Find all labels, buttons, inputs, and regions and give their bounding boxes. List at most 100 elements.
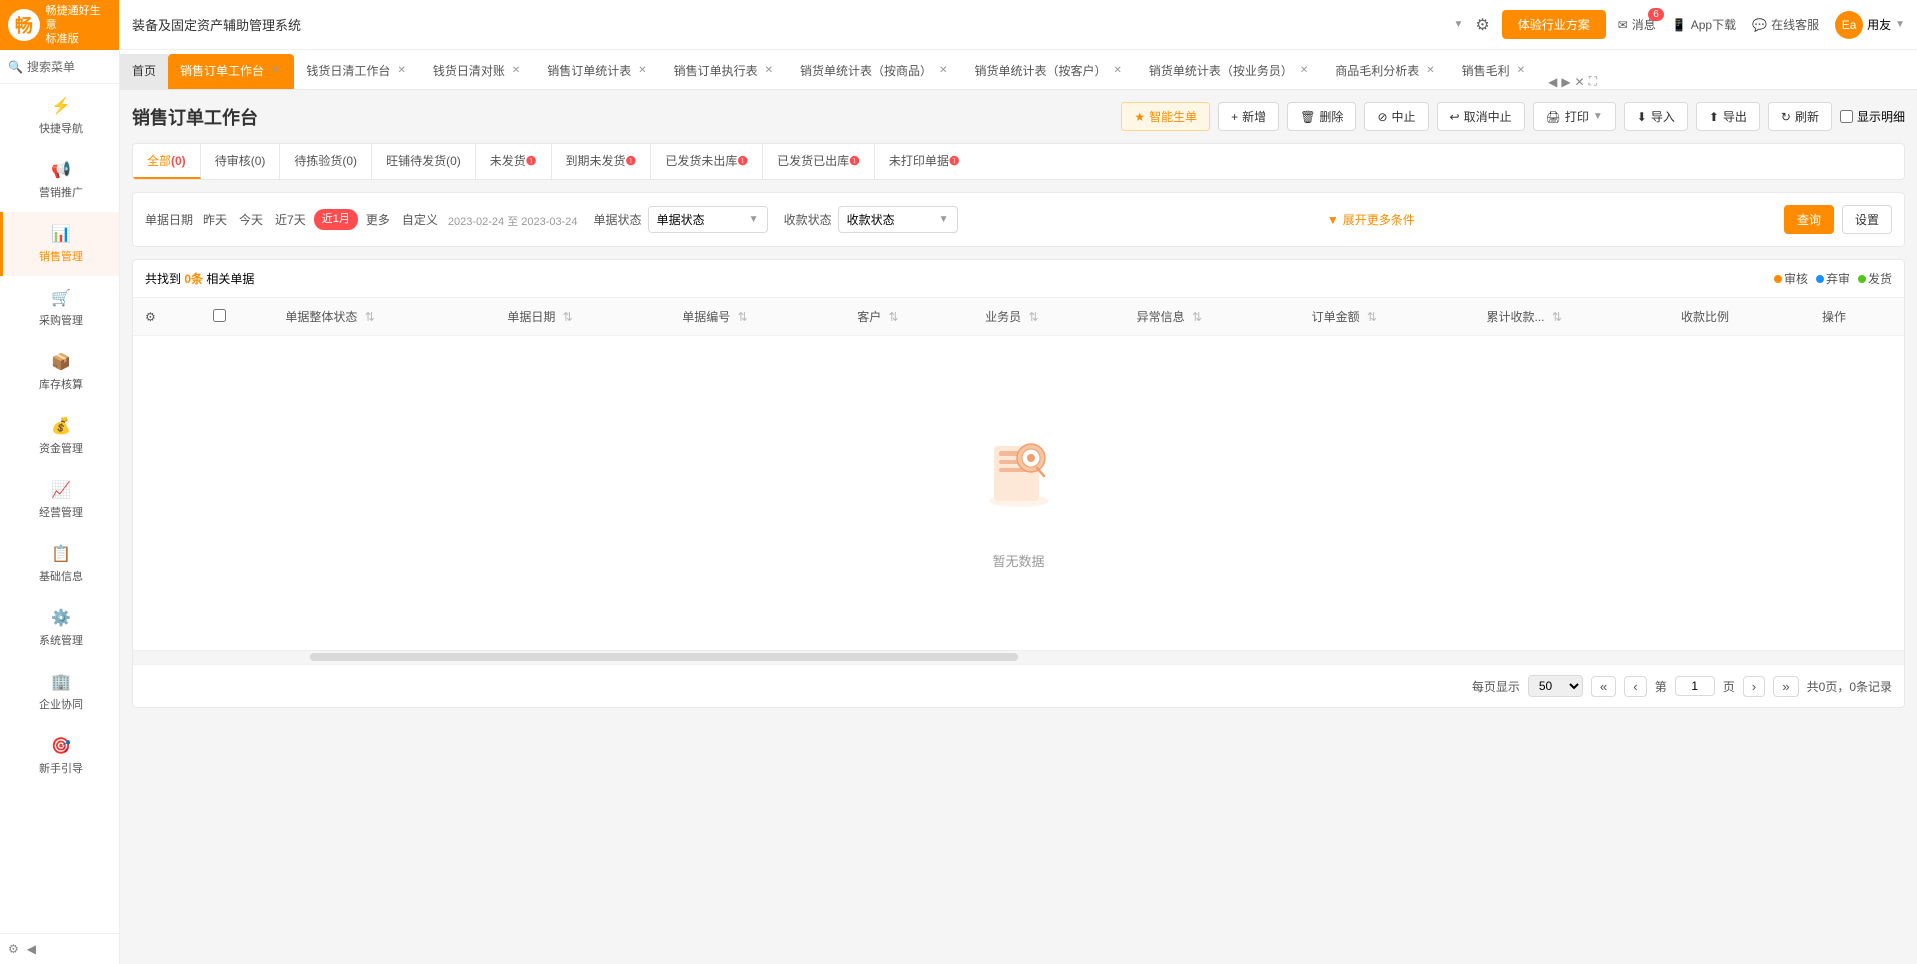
page-last-button[interactable]: » <box>1773 676 1798 697</box>
tab-close-sales-exec[interactable]: ✕ <box>762 64 776 77</box>
tab-fullscreen-icon[interactable]: ⛶ <box>1589 74 1597 89</box>
cancel-review-button[interactable]: 弃审 <box>1816 270 1850 287</box>
show-detail-checkbox-label[interactable]: 显示明细 <box>1840 108 1905 125</box>
subtab-not-printed[interactable]: 未打印单据❶ <box>875 144 974 179</box>
tab-sales-order[interactable]: 销售订单工作台 ✕ <box>168 54 294 89</box>
page-input[interactable] <box>1675 676 1715 696</box>
select-all-checkbox[interactable] <box>213 309 226 322</box>
user-menu[interactable]: Ea 用友 ▼ <box>1835 11 1905 39</box>
sidebar-item-guide[interactable]: 🎯 新手引导 <box>0 724 119 788</box>
subtab-all[interactable]: 全部(0) <box>133 144 201 179</box>
sort-number-icon[interactable]: ⇅ <box>738 310 748 324</box>
page-first-button[interactable]: « <box>1591 676 1616 697</box>
sidebar-item-purchase[interactable]: 🛒 采购管理 <box>0 276 119 340</box>
sidebar-item-enterprise[interactable]: 🏢 企业协同 <box>0 660 119 724</box>
scrollbar-thumb[interactable] <box>310 653 1018 661</box>
sort-staff-icon[interactable]: ⇅ <box>1029 310 1039 324</box>
tab-close-margin[interactable]: ✕ <box>1423 64 1437 77</box>
tab-home[interactable]: 首页 <box>120 54 168 89</box>
tab-next-icon[interactable]: ▶ <box>1561 75 1570 89</box>
tab-close-cash-daily[interactable]: ✕ <box>394 64 408 77</box>
settings-icon[interactable]: ⚙ <box>8 942 19 956</box>
subtab-shipped-warehoused[interactable]: 已发货已出库❶ <box>763 144 875 179</box>
subtab-pending-inspection[interactable]: 待拣验货(0) <box>280 144 372 179</box>
tab-cash-reconcile[interactable]: 钱货日清对账 ✕ <box>421 54 535 89</box>
import-button[interactable]: ⬇ 导入 <box>1624 102 1688 131</box>
date-opt-custom[interactable]: 自定义 <box>398 209 442 230</box>
app-download-button[interactable]: 📱 App下载 <box>1672 16 1736 33</box>
tab-close-sales-stat[interactable]: ✕ <box>635 64 649 77</box>
col-settings[interactable]: ⚙ <box>133 298 201 336</box>
review-button[interactable]: 审核 <box>1774 270 1808 287</box>
subtab-pending-review[interactable]: 待审核(0) <box>201 144 281 179</box>
date-options: 昨天 今天 近7天 近1月 更多 自定义 <box>199 209 442 230</box>
expand-filter-button[interactable]: ▼ 展开更多条件 <box>1327 211 1415 228</box>
stop-button[interactable]: ⊘ 中止 <box>1364 102 1428 131</box>
chevron-down-icon[interactable]: ▼ <box>1453 19 1463 30</box>
online-service-button[interactable]: 💬 在线客服 <box>1752 16 1819 33</box>
tab-close-sales-profit[interactable]: ✕ <box>1514 64 1528 77</box>
sidebar-item-inventory[interactable]: 📦 库存核算 <box>0 340 119 404</box>
sort-status-icon[interactable]: ⇅ <box>365 310 375 324</box>
tab-close-sales-order[interactable]: ✕ <box>268 64 282 77</box>
date-opt-7days[interactable]: 近7天 <box>271 209 310 230</box>
date-opt-today[interactable]: 今天 <box>235 209 267 230</box>
sort-received-icon[interactable]: ⇅ <box>1552 310 1562 324</box>
page-prev-button[interactable]: ‹ <box>1624 676 1646 697</box>
status-select[interactable]: 单据状态 ▼ <box>648 206 768 233</box>
tab-close-summary-customer[interactable]: ✕ <box>1110 64 1124 77</box>
tab-summary-product[interactable]: 销货单统计表（按商品） ✕ <box>788 54 962 89</box>
tab-close-summary-staff[interactable]: ✕ <box>1297 64 1311 77</box>
ship-button[interactable]: 发货 <box>1858 270 1892 287</box>
tab-sales-profit[interactable]: 销售毛利 ✕ <box>1450 54 1540 89</box>
sidebar-item-system[interactable]: ⚙️ 系统管理 <box>0 596 119 660</box>
date-opt-1month[interactable]: 近1月 <box>314 209 358 230</box>
tab-prev-icon[interactable]: ◀ <box>1548 75 1557 89</box>
gear-settings-icon[interactable]: ⚙ <box>1475 15 1489 35</box>
tab-cash-daily[interactable]: 钱货日清工作台 ✕ <box>294 54 420 89</box>
show-detail-checkbox[interactable] <box>1840 110 1853 123</box>
sort-customer-icon[interactable]: ⇅ <box>889 310 899 324</box>
tab-summary-customer[interactable]: 销货单统计表（按客户） ✕ <box>962 54 1136 89</box>
export-button[interactable]: ⬆ 导出 <box>1696 102 1760 131</box>
tab-summary-staff[interactable]: 销货单统计表（按业务员） ✕ <box>1137 54 1323 89</box>
sidebar-item-sales[interactable]: 📊 销售管理 <box>0 212 119 276</box>
tab-close-summary-product[interactable]: ✕ <box>936 64 950 77</box>
refresh-button[interactable]: ↻ 刷新 <box>1768 102 1832 131</box>
sort-error-icon[interactable]: ⇅ <box>1192 310 1202 324</box>
subtab-shipped-not-warehoused[interactable]: 已发货未出库❶ <box>651 144 763 179</box>
tab-margin[interactable]: 商品毛利分析表 ✕ <box>1323 54 1449 89</box>
print-button[interactable]: 🖨 打印 ▼ <box>1533 102 1616 131</box>
settings-filter-button[interactable]: 设置 <box>1842 205 1892 234</box>
tab-close-all-icon[interactable]: ✕ <box>1575 75 1585 89</box>
subtab-wangpu[interactable]: 旺铺待发货(0) <box>372 144 476 179</box>
message-button[interactable]: ✉ 消息 6 <box>1618 16 1656 33</box>
tab-close-cash-reconcile[interactable]: ✕ <box>509 64 523 77</box>
subtab-overdue-not-shipped[interactable]: 到期未发货❶ <box>552 144 652 179</box>
sidebar-item-operations[interactable]: 📈 经营管理 <box>0 468 119 532</box>
sidebar-item-quick-nav[interactable]: ⚡ 快捷导航 <box>0 84 119 148</box>
page-next-button[interactable]: › <box>1743 676 1765 697</box>
subtab-not-shipped[interactable]: 未发货❶ <box>476 144 552 179</box>
horizontal-scrollbar[interactable] <box>133 650 1904 664</box>
payment-select[interactable]: 收款状态 ▼ <box>838 206 958 233</box>
sidebar-item-finance[interactable]: 💰 资金管理 <box>0 404 119 468</box>
date-opt-more[interactable]: 更多 <box>362 209 394 230</box>
collapse-icon[interactable]: ◀ <box>27 942 36 956</box>
per-page-select[interactable]: 20 50 100 200 <box>1528 675 1583 697</box>
sort-amount-icon[interactable]: ⇅ <box>1367 310 1377 324</box>
cancel-stop-button[interactable]: ↩ 取消中止 <box>1437 102 1525 131</box>
tab-sales-stat[interactable]: 销售订单统计表 ✕ <box>535 54 661 89</box>
sidebar-item-marketing[interactable]: 📢 营销推广 <box>0 148 119 212</box>
col-checkbox[interactable] <box>201 298 273 336</box>
sidebar-item-basic-info[interactable]: 📋 基础信息 <box>0 532 119 596</box>
delete-button[interactable]: 🗑 删除 <box>1287 102 1356 131</box>
add-button[interactable]: + 新增 <box>1218 102 1279 131</box>
tab-sales-exec[interactable]: 销售订单执行表 ✕ <box>662 54 788 89</box>
query-button[interactable]: 查询 <box>1784 205 1834 234</box>
industry-solution-button[interactable]: 体验行业方案 <box>1502 10 1606 39</box>
date-opt-yesterday[interactable]: 昨天 <box>199 209 231 230</box>
smart-order-button[interactable]: ★ 智能生单 <box>1121 102 1210 131</box>
sort-date-icon[interactable]: ⇅ <box>563 310 573 324</box>
search-menu[interactable]: 🔍 搜索菜单 <box>0 50 119 84</box>
